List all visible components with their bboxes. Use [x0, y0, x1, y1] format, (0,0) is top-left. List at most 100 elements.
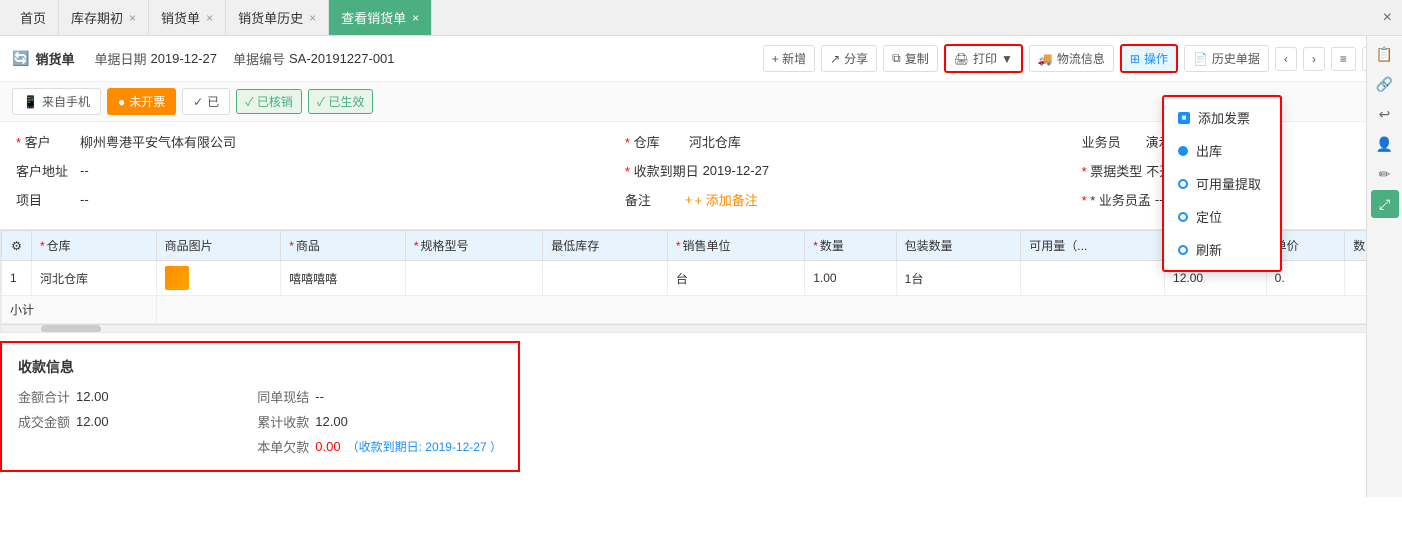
logistics-icon: 🚚: [1038, 52, 1053, 66]
warehouse-value: 河北仓库: [689, 132, 741, 151]
col-pack-qty: 包装数量: [896, 231, 1021, 261]
not-open-button[interactable]: ● 未开票: [107, 88, 176, 115]
same-order-label: 同单现结: [257, 387, 309, 406]
doc-title: 销货单: [35, 49, 74, 68]
staff2-label: * 业务员孟: [1082, 190, 1151, 209]
add-invoice-item[interactable]: ■ 添加发票: [1164, 101, 1280, 134]
history-button[interactable]: 📄 历史单据: [1184, 45, 1269, 72]
right-btn-6[interactable]: ⤢: [1371, 190, 1399, 218]
amount-value: 12.00: [76, 389, 109, 404]
locate-item[interactable]: 定位: [1164, 200, 1280, 233]
new-button[interactable]: + 新增: [763, 45, 815, 72]
logistics-button[interactable]: 🚚 物流信息: [1029, 45, 1114, 72]
product-image: [165, 266, 189, 290]
row-unit: 台: [667, 261, 804, 296]
plus-icon: +: [685, 192, 693, 207]
right-btn-3[interactable]: ↩: [1371, 100, 1399, 128]
print-dropdown-icon: ▼: [1001, 52, 1013, 66]
ticket-icon: ●: [118, 95, 125, 109]
staff-label: 业务员: [1082, 132, 1142, 151]
refresh-item[interactable]: 刷新: [1164, 233, 1280, 266]
copy-icon: ⧉: [892, 51, 901, 66]
doc-date-item: 单据日期 2019-12-27: [94, 49, 217, 68]
right-btn-5[interactable]: ✏: [1371, 160, 1399, 188]
date-value: 2019-12-27: [150, 51, 217, 66]
print-button[interactable]: 🖨 打印 ▼: [944, 44, 1023, 73]
sold-badge: ✓ 已核销: [236, 89, 302, 114]
doc-header: 🔄 销货单 单据日期 2019-12-27 单据编号 SA-20191227-0…: [0, 36, 1402, 82]
share-icon: ↗: [830, 52, 840, 66]
warehouse-field: 仓库 河北仓库: [625, 132, 1082, 151]
phone-icon: 📱: [23, 95, 38, 109]
confirm-icon: ✓: [193, 95, 203, 109]
window-close-button[interactable]: ×: [1383, 9, 1392, 27]
view1-button[interactable]: ≡: [1331, 47, 1356, 71]
tab-history[interactable]: 销货单历史 ×: [226, 0, 329, 35]
sold-check-icon: ✓: [245, 95, 253, 109]
tab-sales[interactable]: 销货单 ×: [149, 0, 226, 35]
copy-button[interactable]: ⧉ 复制: [883, 45, 938, 72]
col-qty: *数量: [805, 231, 896, 261]
tab-inventory-label: 库存期初: [71, 8, 123, 27]
same-order-value: --: [315, 389, 324, 404]
project-field: 项目 --: [16, 190, 625, 209]
deal-row: 成交金额 12.00: [18, 412, 237, 431]
project-label: 项目: [16, 190, 76, 209]
tab-history-close[interactable]: ×: [309, 11, 316, 25]
tab-bar: 首页 库存期初 × 销货单 × 销货单历史 × 查看销货单 × ×: [0, 0, 1402, 36]
locate-icon: [1178, 212, 1188, 222]
row-product: 嘻嘻嘻嘻: [281, 261, 406, 296]
tab-inventory-close[interactable]: ×: [129, 11, 136, 25]
effect-check-icon: ✓: [317, 95, 325, 109]
row-avail: [1021, 261, 1165, 296]
ticket-label: 票据类型: [1082, 161, 1143, 180]
tab-view-sales-close[interactable]: ×: [412, 11, 419, 25]
avail-extract-item[interactable]: 可用量提取: [1164, 167, 1280, 200]
cumul-label: 累计收款: [257, 412, 309, 431]
outbound-icon: [1178, 146, 1188, 156]
customer-field: 客户 柳州粤港平安气体有限公司: [16, 132, 625, 151]
right-btn-2[interactable]: 🔗: [1371, 70, 1399, 98]
right-btn-4[interactable]: 👤: [1371, 130, 1399, 158]
nav-prev-button[interactable]: ‹: [1275, 47, 1297, 71]
outbound-item[interactable]: 出库: [1164, 134, 1280, 167]
payment-date-value: 2019-12-27: [703, 163, 770, 178]
from-phone-button[interactable]: 📱 来自手机: [12, 88, 101, 115]
refresh-label: 刷新: [1196, 240, 1222, 259]
confirm-button[interactable]: ✓ 已: [182, 88, 230, 115]
avail-extract-label: 可用量提取: [1196, 174, 1261, 193]
col-settings[interactable]: ⚙: [2, 231, 32, 261]
warehouse-label: 仓库: [625, 132, 685, 151]
right-panel: 📋 🔗 ↩ 👤 ✏ ⤢: [1366, 36, 1402, 497]
tab-sales-close[interactable]: ×: [206, 11, 213, 25]
owe-row: 本单欠款 0.00 （收款到期日: 2019-12-27 ）: [257, 437, 502, 456]
tab-home[interactable]: 首页: [8, 0, 59, 35]
tab-inventory[interactable]: 库存期初 ×: [59, 0, 149, 35]
operation-button[interactable]: ⊞ 操作: [1120, 44, 1178, 73]
right-btn-1[interactable]: 📋: [1371, 40, 1399, 68]
project-value: --: [80, 192, 89, 207]
owe-placeholder: [18, 437, 237, 456]
nav-next-button[interactable]: ›: [1303, 47, 1325, 71]
num-label: 单据编号: [233, 49, 285, 68]
tab-view-sales[interactable]: 查看销货单 ×: [329, 0, 432, 35]
add-invoice-label: 添加发票: [1198, 108, 1250, 127]
refresh-icon: [1178, 245, 1188, 255]
scroll-thumb[interactable]: [41, 325, 101, 333]
share-button[interactable]: ↗ 分享: [821, 45, 877, 72]
note-field: 备注 + + 添加备注: [625, 190, 1082, 209]
payment-title: 收款信息: [18, 357, 502, 377]
col-unit: *销售单位: [667, 231, 804, 261]
col-image: 商品图片: [156, 231, 281, 261]
row-index: 1: [2, 261, 32, 296]
subtotal-values: [156, 296, 1400, 324]
table-scrollbar[interactable]: [1, 324, 1401, 332]
col-product: *商品: [281, 231, 406, 261]
date-label: 单据日期: [94, 49, 146, 68]
customer-label: 客户: [16, 132, 76, 151]
operation-icon: ⊞: [1130, 52, 1140, 66]
cumul-row: 累计收款 12.00: [257, 412, 502, 431]
num-value: SA-20191227-001: [289, 51, 395, 66]
add-note-button[interactable]: + + 添加备注: [685, 190, 758, 209]
print-icon: 🖨: [954, 52, 969, 66]
